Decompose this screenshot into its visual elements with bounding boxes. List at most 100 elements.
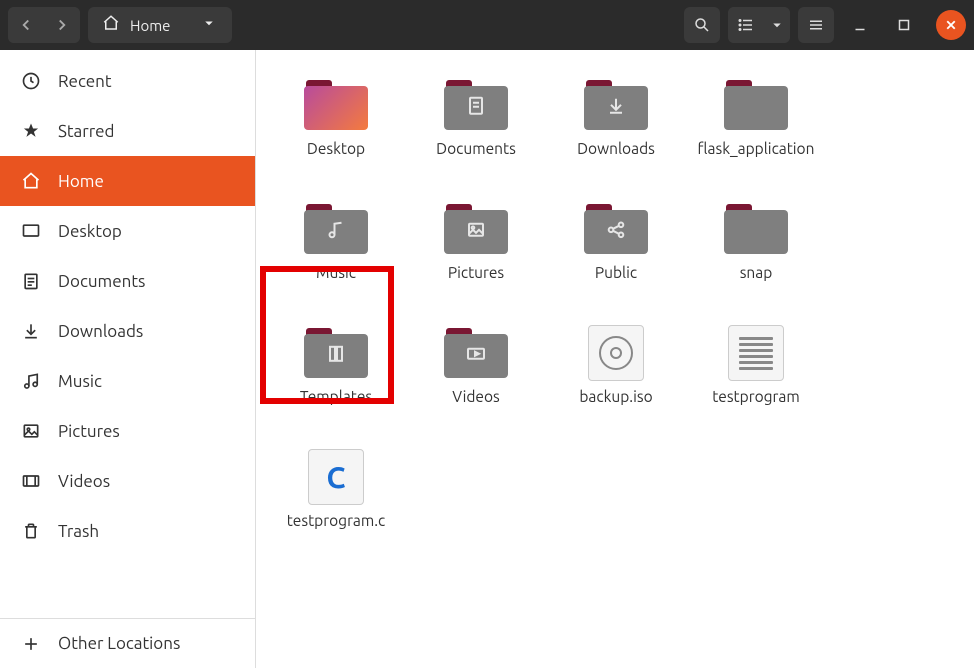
folder-icon xyxy=(584,80,648,130)
folder-icon xyxy=(724,80,788,130)
folder-pictures[interactable]: Pictures xyxy=(406,194,546,314)
sidebar-item-music[interactable]: Music xyxy=(0,356,255,406)
file-label: Downloads xyxy=(577,140,655,159)
minimize-button[interactable] xyxy=(842,7,878,43)
toolbar-right xyxy=(684,7,966,43)
download-icon xyxy=(604,94,628,122)
folder-flask-application[interactable]: flask_application xyxy=(686,70,826,190)
videos-icon xyxy=(464,342,488,370)
folder-icon xyxy=(304,80,368,130)
sidebar-item-label: Music xyxy=(58,372,102,391)
c-file-icon: C xyxy=(308,449,364,505)
path-bar[interactable]: Home xyxy=(88,7,232,43)
folder-icon xyxy=(444,204,508,254)
sidebar-item-downloads[interactable]: Downloads xyxy=(0,306,255,356)
sidebar-item-other-locations[interactable]: Other Locations xyxy=(0,618,255,668)
chevron-down-icon xyxy=(200,14,218,36)
sidebar-item-label: Recent xyxy=(58,72,112,91)
sidebar-item-trash[interactable]: Trash xyxy=(0,506,255,556)
file-label: Videos xyxy=(452,388,500,407)
folder-desktop[interactable]: Desktop xyxy=(266,70,406,190)
sidebar-item-desktop[interactable]: Desktop xyxy=(0,206,255,256)
sidebar-item-videos[interactable]: Videos xyxy=(0,456,255,506)
view-group xyxy=(728,7,790,43)
desktop-icon xyxy=(20,221,42,241)
folder-icon xyxy=(304,204,368,254)
sidebar-item-home[interactable]: Home xyxy=(0,156,255,206)
maximize-button[interactable] xyxy=(886,7,922,43)
documents-icon xyxy=(20,271,42,291)
file-label: Templates xyxy=(300,388,372,407)
file-label: Music xyxy=(316,264,356,283)
forward-button[interactable] xyxy=(44,7,80,43)
music-icon xyxy=(20,371,42,391)
sidebar-item-label: Videos xyxy=(58,472,110,491)
sidebar-item-recent[interactable]: Recent xyxy=(0,56,255,106)
folder-snap[interactable]: snap xyxy=(686,194,826,314)
pictures-icon xyxy=(20,421,42,441)
close-button[interactable] xyxy=(936,10,966,40)
folder-downloads[interactable]: Downloads xyxy=(546,70,686,190)
titlebar: Home xyxy=(0,0,974,50)
folder-public[interactable]: Public xyxy=(546,194,686,314)
list-view-button[interactable] xyxy=(728,7,764,43)
file-label: backup.iso xyxy=(579,388,652,407)
path-label: Home xyxy=(130,17,170,34)
folder-icon xyxy=(724,204,788,254)
sidebar-item-label: Starred xyxy=(58,122,115,141)
folder-music[interactable]: Music xyxy=(266,194,406,314)
sidebar-item-documents[interactable]: Documents xyxy=(0,256,255,306)
sidebar-item-pictures[interactable]: Pictures xyxy=(0,406,255,456)
sidebar-item-starred[interactable]: Starred xyxy=(0,106,255,156)
sidebar-item-label: Desktop xyxy=(58,222,122,241)
folder-videos[interactable]: Videos xyxy=(406,318,546,438)
file-label: flask_application xyxy=(698,140,815,159)
main-file-grid: Desktop Documents Downloads flask_applic… xyxy=(256,50,974,668)
sidebar-item-label: Pictures xyxy=(58,422,120,441)
nav-buttons xyxy=(8,7,80,43)
hamburger-menu-button[interactable] xyxy=(798,7,834,43)
disc-icon xyxy=(599,336,633,370)
sidebar: Recent Starred Home Desktop Documents xyxy=(0,50,256,668)
trash-icon xyxy=(20,521,42,541)
star-icon xyxy=(20,121,42,141)
body: Recent Starred Home Desktop Documents xyxy=(0,50,974,668)
music-icon xyxy=(324,218,348,246)
videos-icon xyxy=(20,471,42,491)
file-label: testprogram.c xyxy=(287,512,386,531)
plus-icon xyxy=(20,634,42,654)
back-button[interactable] xyxy=(8,7,44,43)
folder-documents[interactable]: Documents xyxy=(406,70,546,190)
c-letter-icon: C xyxy=(326,460,345,494)
file-testprogram[interactable]: testprogram xyxy=(686,318,826,438)
file-testprogram-c[interactable]: C testprogram.c xyxy=(266,442,406,562)
sidebar-item-label: Other Locations xyxy=(58,634,180,653)
file-label: Documents xyxy=(436,140,516,159)
pictures-icon xyxy=(464,218,488,246)
home-icon xyxy=(20,171,42,191)
folder-templates[interactable]: Templates xyxy=(266,318,406,438)
folder-icon xyxy=(444,328,508,378)
file-backup-iso[interactable]: backup.iso xyxy=(546,318,686,438)
search-button[interactable] xyxy=(684,7,720,43)
folder-icon xyxy=(584,204,648,254)
text-file-icon xyxy=(728,325,784,381)
folder-icon xyxy=(304,328,368,378)
sidebar-item-label: Trash xyxy=(58,522,99,541)
share-icon xyxy=(604,218,628,246)
file-label: Desktop xyxy=(307,140,365,159)
file-label: snap xyxy=(740,264,773,283)
download-icon xyxy=(20,321,42,341)
sidebar-item-label: Home xyxy=(58,172,104,191)
clock-icon xyxy=(20,71,42,91)
sidebar-item-label: Documents xyxy=(58,272,145,291)
templates-icon xyxy=(324,342,348,370)
home-icon xyxy=(102,14,120,36)
sidebar-item-label: Downloads xyxy=(58,322,143,341)
file-label: Public xyxy=(595,264,637,283)
documents-icon xyxy=(464,94,488,122)
file-label: testprogram xyxy=(712,388,800,407)
view-dropdown-button[interactable] xyxy=(764,7,790,43)
folder-icon xyxy=(444,80,508,130)
iso-file-icon xyxy=(588,325,644,381)
